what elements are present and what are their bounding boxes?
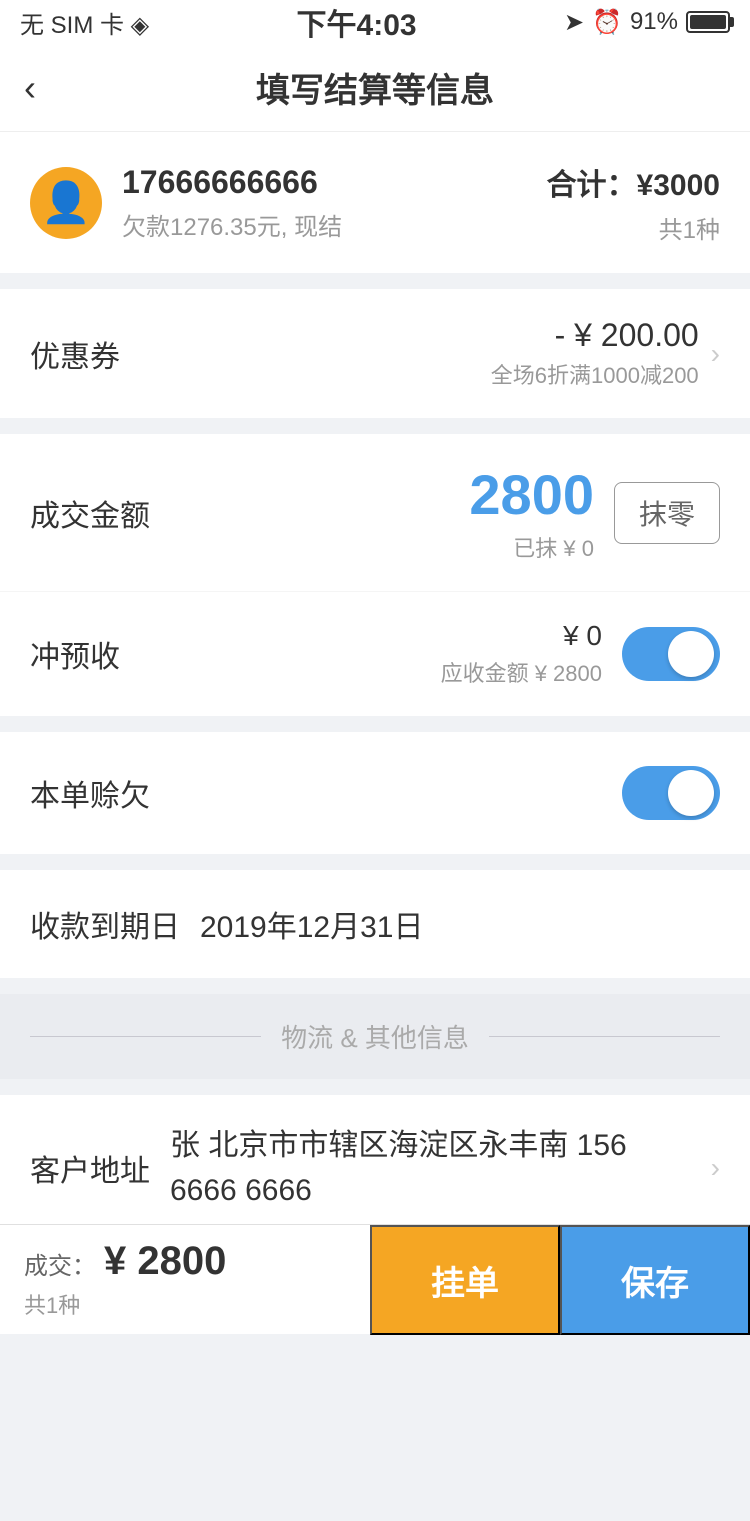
status-time: 下午4:03 xyxy=(297,0,417,44)
debt-toggle-thumb xyxy=(668,770,714,816)
battery-icon xyxy=(686,11,730,33)
due-date-row: 收款到期日 2019年12月31日 xyxy=(0,870,750,978)
bottom-amount: ¥ 2800 xyxy=(104,1239,226,1284)
alarm-icon: ⏰ xyxy=(592,8,622,37)
location-icon: ➤ xyxy=(564,8,584,37)
save-button[interactable]: 保存 xyxy=(560,1225,750,1335)
sim-label: 无 SIM 卡 ◈ xyxy=(20,5,149,40)
customer-card: 👤 17666666666 欠款1276.35元, 现结 合计：¥3000 共1… xyxy=(0,132,750,273)
logistics-label: 物流 & 其他信息 xyxy=(281,1018,469,1055)
customer-left: 👤 17666666666 欠款1276.35元, 现结 xyxy=(30,164,342,242)
status-left: 无 SIM 卡 ◈ xyxy=(20,5,149,40)
spacer1 xyxy=(0,854,750,870)
page-title: 填写结算等信息 xyxy=(256,63,494,112)
bottom-bar: 成交： ¥ 2800 共1种 挂单 保存 xyxy=(0,1224,750,1334)
deal-amount-label: 成交金额 xyxy=(30,491,150,535)
deal-amount-group: 2800 已抹 ¥ 0 xyxy=(469,462,594,563)
prepay-right: ¥ 0 应收金额 ¥ 2800 xyxy=(441,620,720,688)
toggle-thumb xyxy=(668,631,714,677)
logistics-divider: 物流 & 其他信息 xyxy=(0,994,750,1079)
customer-right: 合计：¥3000 共1种 xyxy=(547,160,720,245)
coupon-row[interactable]: 优惠券 - ¥ 200.00 全场6折满1000减200 › xyxy=(0,289,750,418)
back-button[interactable]: ‹ xyxy=(24,70,36,106)
coupon-text: - ¥ 200.00 全场6折满1000减200 xyxy=(491,317,699,390)
status-bar: 无 SIM 卡 ◈ 下午4:03 ➤ ⏰ 91% xyxy=(0,0,750,44)
customer-sub: 欠款1276.35元, 现结 xyxy=(122,207,342,242)
battery-percent: 91% xyxy=(630,8,678,36)
customer-phone: 17666666666 xyxy=(122,164,342,201)
customer-total: 合计：¥3000 xyxy=(547,160,720,204)
coupon-desc: 全场6折满1000减200 xyxy=(491,358,699,390)
status-right: ➤ ⏰ 91% xyxy=(564,8,730,37)
round-zero-button[interactable]: 抹零 xyxy=(614,482,720,544)
avatar: 👤 xyxy=(30,167,102,239)
deal-amount-right: 2800 已抹 ¥ 0 抹零 xyxy=(469,462,720,563)
customer-count: 共1种 xyxy=(547,210,720,245)
hold-button[interactable]: 挂单 xyxy=(370,1225,560,1335)
bottom-deal-row: 成交： ¥ 2800 xyxy=(24,1239,346,1284)
divider-line-left xyxy=(30,1036,261,1037)
debt-section: 本单赊欠 xyxy=(0,732,750,854)
divider-line-right xyxy=(489,1036,720,1037)
prepay-row: 冲预收 ¥ 0 应收金额 ¥ 2800 xyxy=(0,592,750,716)
deal-amount-sub: 已抹 ¥ 0 xyxy=(469,531,594,563)
address-chevron-icon: › xyxy=(711,1152,720,1184)
spacer2 xyxy=(0,978,750,994)
prepay-label: 冲预收 xyxy=(30,632,120,676)
deal-amount-value: 2800 xyxy=(469,462,594,527)
coupon-right: - ¥ 200.00 全场6折满1000减200 › xyxy=(491,317,720,390)
prepay-toggle[interactable] xyxy=(622,627,720,681)
chevron-right-icon: › xyxy=(711,338,720,370)
debt-label: 本单赊欠 xyxy=(30,771,150,815)
address-value: 张 北京市市辖区海淀区永丰南 156 6666 6666 xyxy=(170,1123,691,1213)
due-date-value: 2019年12月31日 xyxy=(200,902,423,946)
bottom-info: 成交： ¥ 2800 共1种 xyxy=(0,1225,370,1334)
customer-info: 17666666666 欠款1276.35元, 现结 xyxy=(122,164,342,242)
prepay-value-group: ¥ 0 应收金额 ¥ 2800 xyxy=(441,620,602,688)
address-label: 客户地址 xyxy=(30,1146,150,1190)
avatar-icon: 👤 xyxy=(41,179,91,226)
prepay-value: ¥ 0 xyxy=(441,620,602,652)
deal-section: 成交金额 2800 已抹 ¥ 0 抹零 冲预收 ¥ 0 应收金额 ¥ 2800 xyxy=(0,434,750,716)
coupon-label: 优惠券 xyxy=(30,332,120,376)
deal-amount-row: 成交金额 2800 已抹 ¥ 0 抹零 xyxy=(0,434,750,592)
coupon-amount: - ¥ 200.00 xyxy=(491,317,699,354)
header: ‹ 填写结算等信息 xyxy=(0,44,750,132)
prepay-sub: 应收金额 ¥ 2800 xyxy=(441,656,602,688)
due-date-label: 收款到期日 xyxy=(30,902,180,946)
address-row[interactable]: 客户地址 张 北京市市辖区海淀区永丰南 156 6666 6666 › xyxy=(0,1095,750,1241)
bottom-count: 共1种 xyxy=(24,1288,346,1320)
bottom-deal-label: 成交： xyxy=(24,1246,96,1281)
debt-toggle[interactable] xyxy=(622,766,720,820)
